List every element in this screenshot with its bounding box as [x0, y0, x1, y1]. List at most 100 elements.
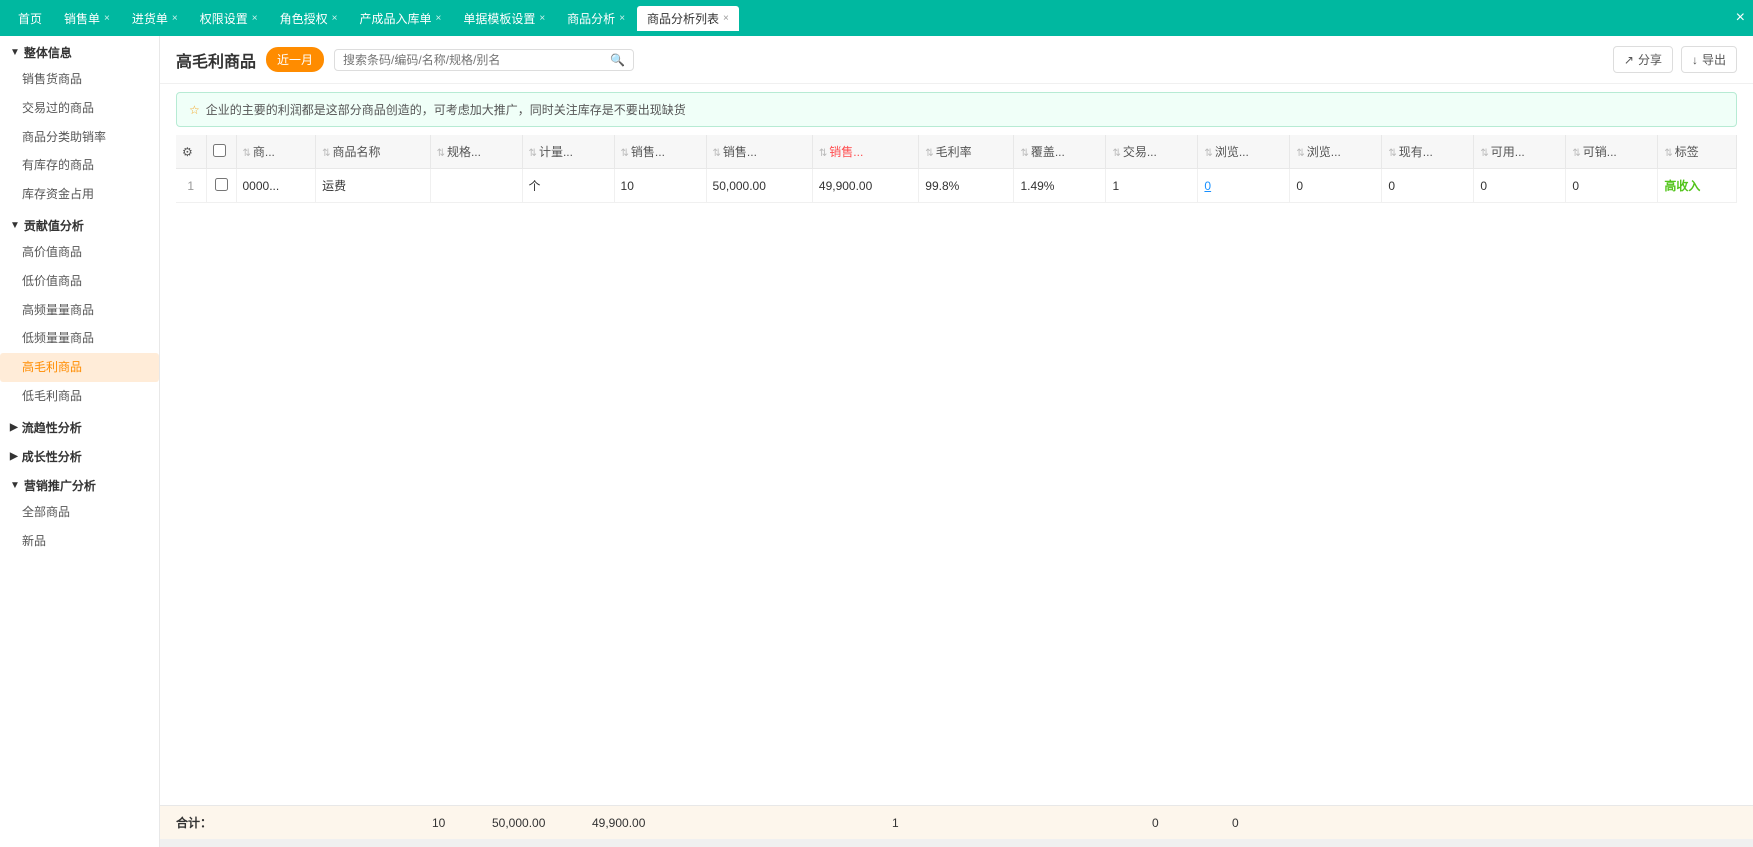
row-checkbox[interactable]: [215, 178, 228, 191]
col-checkbox[interactable]: [206, 135, 236, 169]
search-box: 🔍: [334, 49, 634, 71]
col-trade[interactable]: ⇅交易...: [1106, 135, 1198, 169]
content-header: 高毛利商品 近一月 🔍 ↗ 分享 ↓ 导出: [160, 36, 1753, 84]
settings-icon[interactable]: ⚙: [182, 145, 193, 159]
bottom-scrollbar[interactable]: [160, 839, 1753, 847]
arrow-marketing: ▼: [10, 480, 20, 491]
sidebar-item-low-freq[interactable]: 低频量量商品: [0, 324, 159, 353]
row-available: 0: [1474, 169, 1566, 203]
col-browse2[interactable]: ⇅浏览...: [1290, 135, 1382, 169]
close-tab-sales[interactable]: ×: [104, 13, 110, 24]
col-available[interactable]: ⇅可用...: [1474, 135, 1566, 169]
tab-sales[interactable]: 销售单 ×: [54, 6, 120, 31]
close-tab-goods-analysis[interactable]: ×: [619, 13, 625, 24]
data-table: ⚙ ⇅商... ⇅商品名称 ⇅规格... ⇅计量... ⇅销售... ⇅销售..…: [176, 135, 1737, 203]
row-trade: 1: [1106, 169, 1198, 203]
col-margin-rate[interactable]: ⇅毛利率: [919, 135, 1014, 169]
row-spec: [430, 169, 522, 203]
search-icon[interactable]: 🔍: [610, 53, 625, 67]
row-sales-profit: 49,900.00: [812, 169, 918, 203]
share-button[interactable]: ↗ 分享: [1613, 46, 1673, 73]
tab-permissions[interactable]: 权限设置 ×: [190, 6, 268, 31]
footer-available-val: 0: [1226, 816, 1306, 830]
footer-trade-val: 1: [886, 816, 966, 830]
close-tab-permissions[interactable]: ×: [252, 13, 258, 24]
top-navigation: 首页 销售单 × 进货单 × 权限设置 × 角色授权 × 产成品入库单 × 单据…: [0, 0, 1753, 36]
close-tab-roles[interactable]: ×: [332, 13, 338, 24]
sidebar-item-low-margin[interactable]: 低毛利商品: [0, 382, 159, 411]
sidebar-item-low-value[interactable]: 低价值商品: [0, 267, 159, 296]
table-container[interactable]: ⚙ ⇅商... ⇅商品名称 ⇅规格... ⇅计量... ⇅销售... ⇅销售..…: [160, 135, 1753, 805]
sidebar-item-sales-goods[interactable]: 销售货商品: [0, 65, 159, 94]
col-unit[interactable]: ⇅计量...: [522, 135, 614, 169]
col-code[interactable]: ⇅商...: [236, 135, 316, 169]
row-unit: 个: [522, 169, 614, 203]
arrow-overall: ▼: [10, 47, 20, 58]
col-saleable[interactable]: ⇅可销...: [1566, 135, 1658, 169]
tab-purchase[interactable]: 进货单 ×: [122, 6, 188, 31]
sidebar-item-stock-goods[interactable]: 有库存的商品: [0, 151, 159, 180]
tab-home[interactable]: 首页: [8, 6, 52, 31]
sidebar-item-traded-goods[interactable]: 交易过的商品: [0, 94, 159, 123]
row-checkbox-cell[interactable]: [206, 169, 236, 203]
close-tab-template-settings[interactable]: ×: [539, 13, 545, 24]
close-tab-purchase[interactable]: ×: [172, 13, 178, 24]
footer-sales-profit-val: 49,900.00: [586, 816, 686, 830]
tab-goods-analysis-list[interactable]: 商品分析列表 ×: [637, 6, 739, 31]
sidebar-item-high-margin[interactable]: 高毛利商品: [0, 353, 159, 382]
row-current: 0: [1382, 169, 1474, 203]
footer-label: 合计：: [176, 814, 226, 831]
sidebar-group-wealth[interactable]: ▼ 贡献值分析: [0, 209, 159, 238]
row-browse1[interactable]: 0: [1198, 169, 1290, 203]
sidebar-group-overall[interactable]: ▼ 整体信息: [0, 36, 159, 65]
sidebar-group-trend[interactable]: ▶ 流趋性分析: [0, 411, 159, 440]
tab-product-inbound[interactable]: 产成品入库单 ×: [349, 6, 451, 31]
footer-current-val: 0: [1146, 816, 1226, 830]
sidebar-item-all-goods[interactable]: 全部商品: [0, 498, 159, 527]
footer-sales-qty-val: 10: [426, 816, 486, 830]
sidebar-item-stock-occupy[interactable]: 库存资金占用: [0, 180, 159, 209]
filter-last-month[interactable]: 近一月: [266, 47, 324, 72]
table-row: 1 0000... 运费 个 10 50,000.00 49,900.00 99…: [176, 169, 1737, 203]
col-current[interactable]: ⇅现有...: [1382, 135, 1474, 169]
sidebar-group-marketing[interactable]: ▼ 营销推广分析: [0, 469, 159, 498]
share-icon: ↗: [1624, 53, 1634, 67]
col-tag[interactable]: ⇅标签: [1658, 135, 1737, 169]
col-cover[interactable]: ⇅覆盖...: [1014, 135, 1106, 169]
col-spec[interactable]: ⇅规格...: [430, 135, 522, 169]
row-index: 1: [176, 169, 206, 203]
row-tag: 高收入: [1658, 169, 1737, 203]
sidebar-item-goods-analysis[interactable]: 商品分类助销率: [0, 123, 159, 152]
tab-template-settings[interactable]: 单据模板设置 ×: [453, 6, 555, 31]
table-footer: 合计： 10 50,000.00 49,900.00 1 0 0: [160, 805, 1753, 839]
col-settings[interactable]: ⚙: [176, 135, 206, 169]
table-header-row: ⚙ ⇅商... ⇅商品名称 ⇅规格... ⇅计量... ⇅销售... ⇅销售..…: [176, 135, 1737, 169]
sidebar-toggle[interactable]: «: [159, 46, 160, 70]
tab-goods-analysis[interactable]: 商品分析 ×: [557, 6, 635, 31]
col-sales-qty[interactable]: ⇅销售...: [614, 135, 706, 169]
col-sales-profit[interactable]: ⇅销售...: [812, 135, 918, 169]
export-button[interactable]: ↓ 导出: [1681, 46, 1737, 73]
search-input[interactable]: [343, 53, 606, 67]
col-name[interactable]: ⇅商品名称: [316, 135, 430, 169]
col-browse1[interactable]: ⇅浏览...: [1198, 135, 1290, 169]
main-layout: « ▼ 整体信息 销售货商品 交易过的商品 商品分类助销率 有库存的商品 库存资…: [0, 36, 1753, 847]
sidebar-item-high-freq[interactable]: 高频量量商品: [0, 296, 159, 325]
close-tab-goods-analysis-list[interactable]: ×: [723, 13, 729, 24]
close-all-tabs[interactable]: ×: [1736, 9, 1745, 27]
tab-roles[interactable]: 角色授权 ×: [270, 6, 348, 31]
sidebar-group-growth[interactable]: ▶ 成长性分析: [0, 440, 159, 469]
sidebar-item-new-goods[interactable]: 新品: [0, 527, 159, 556]
close-tab-product-inbound[interactable]: ×: [435, 13, 441, 24]
sidebar-item-high-value[interactable]: 高价值商品: [0, 238, 159, 267]
footer-sales-qty: [226, 816, 426, 830]
row-sales-qty: 10: [614, 169, 706, 203]
col-sales-amount[interactable]: ⇅销售...: [706, 135, 812, 169]
row-cover: 1.49%: [1014, 169, 1106, 203]
select-all-checkbox[interactable]: [213, 144, 226, 157]
row-name: 运费: [316, 169, 430, 203]
footer-spacer1: [686, 816, 886, 830]
row-saleable: 0: [1566, 169, 1658, 203]
info-icon: ☆: [189, 103, 200, 117]
footer-sales-amount-val: 50,000.00: [486, 816, 586, 830]
